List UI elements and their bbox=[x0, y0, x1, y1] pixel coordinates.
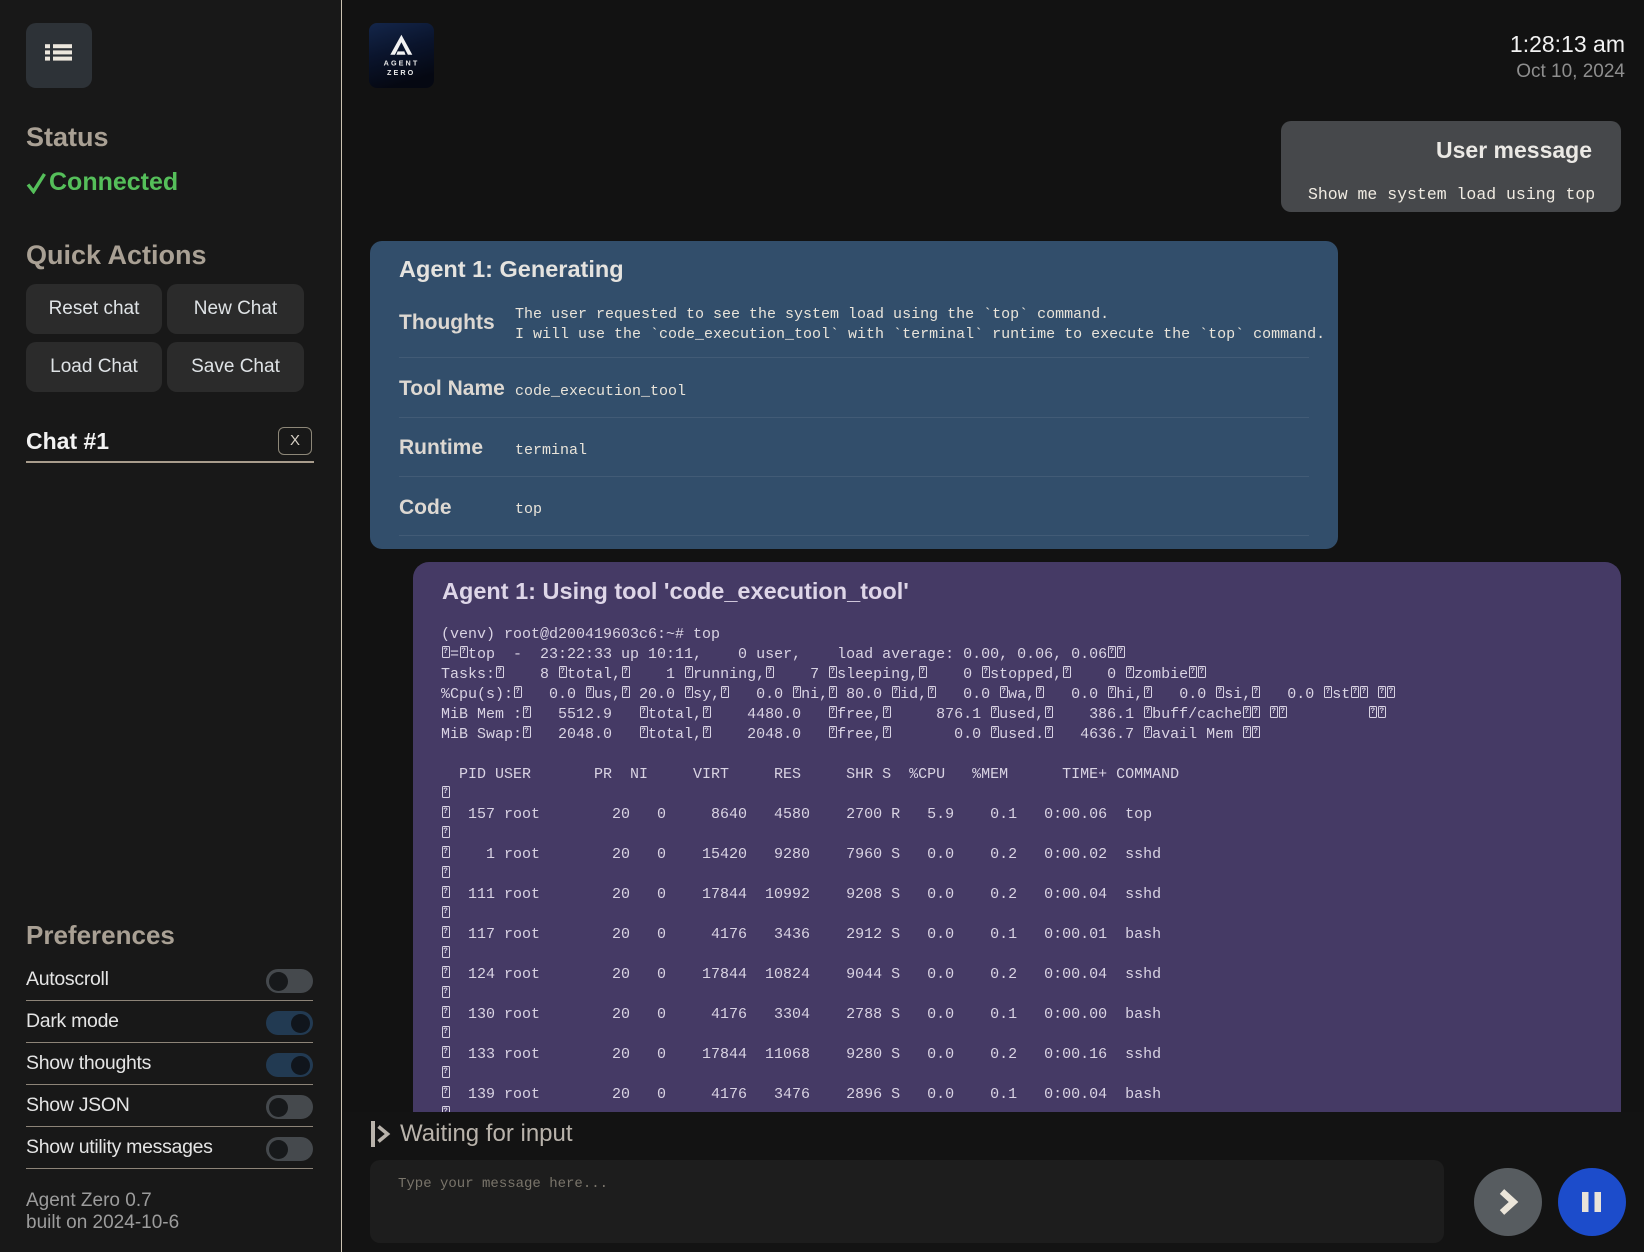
svg-text:AGENT: AGENT bbox=[384, 58, 420, 67]
svg-text:ZERO: ZERO bbox=[387, 68, 415, 77]
